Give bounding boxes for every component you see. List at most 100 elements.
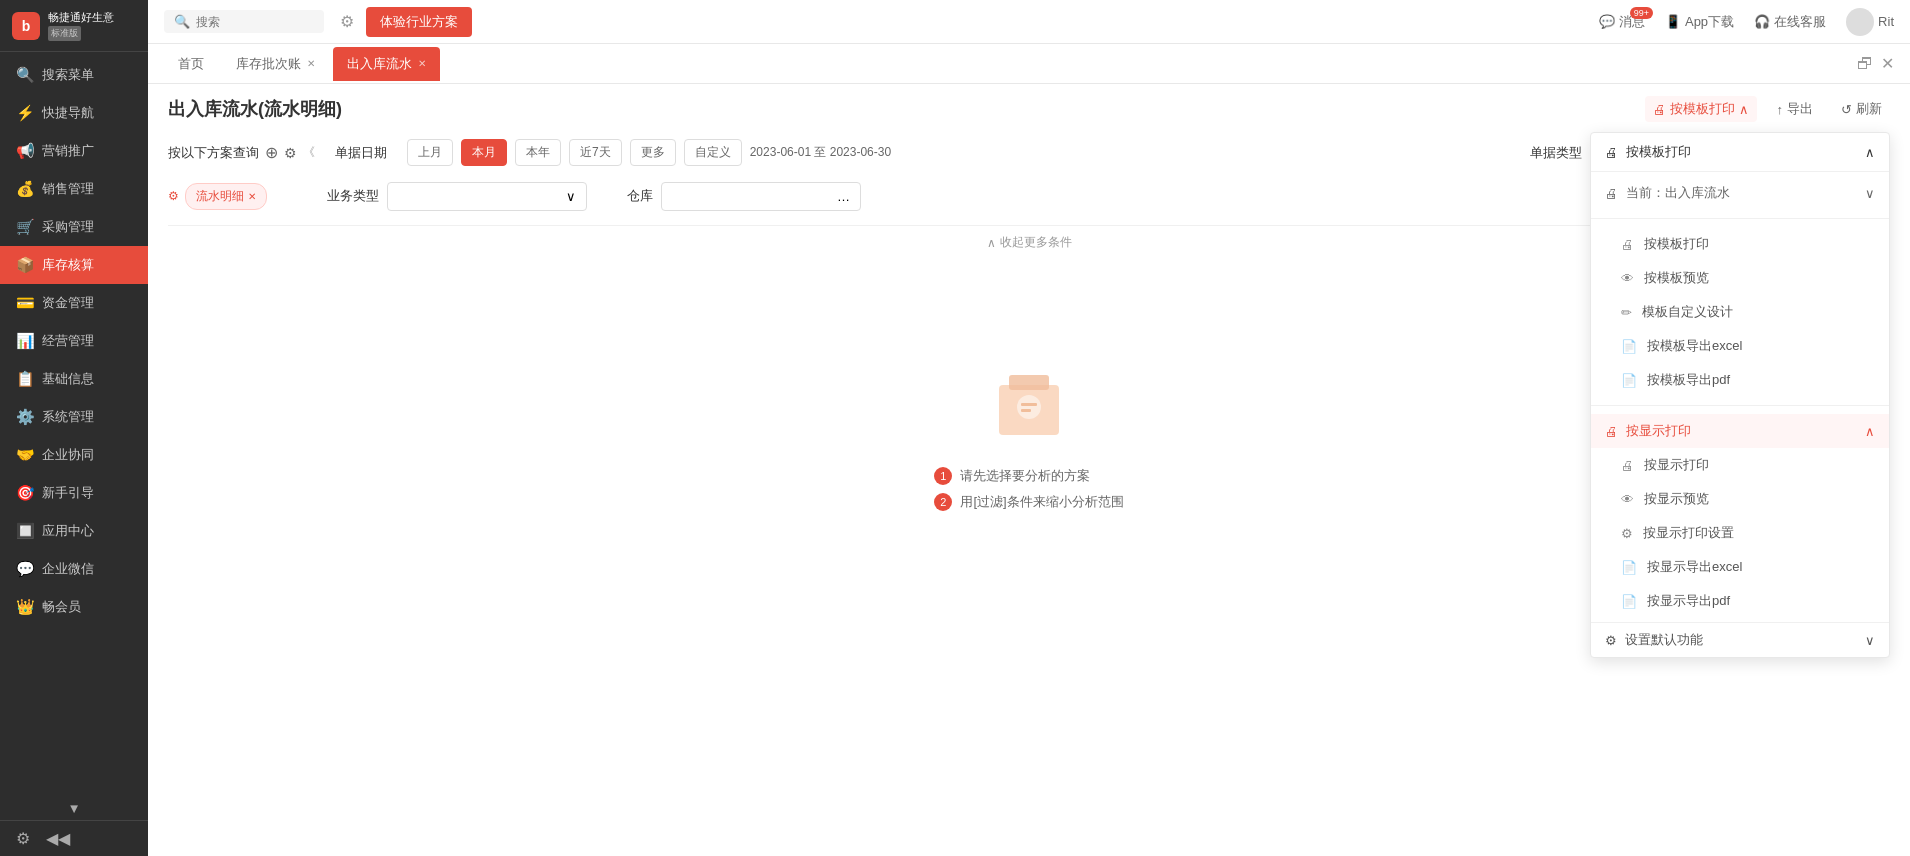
sidebar-item-inventory[interactable]: 📦 库存核算 <box>0 246 148 284</box>
export-btn[interactable]: ↑ 导出 <box>1769 96 1822 122</box>
tab-inout[interactable]: 出入库流水 ✕ <box>333 47 440 81</box>
display-preview-item[interactable]: 👁 按显示预览 <box>1591 482 1889 516</box>
sidebar-item-purchase[interactable]: 🛒 采购管理 <box>0 208 148 246</box>
tab-home[interactable]: 首页 <box>164 47 218 81</box>
message-btn[interactable]: 💬 消息 99+ <box>1599 13 1645 31</box>
search-icon: 🔍 <box>16 66 34 84</box>
display-pdf-item[interactable]: 📄 按显示导出pdf <box>1591 584 1889 618</box>
online-service-btn[interactable]: 🎧 在线客服 <box>1754 13 1826 31</box>
tab-batch-label: 库存批次账 <box>236 55 301 73</box>
date-more[interactable]: 更多 <box>630 139 676 166</box>
display-print-label: 按显示打印 <box>1644 456 1709 474</box>
sidebar-scroll-down[interactable]: ▼ <box>0 797 148 820</box>
search-box[interactable]: 🔍 <box>164 10 324 33</box>
settings-icon[interactable]: ⚙ <box>16 829 30 848</box>
tab-batch[interactable]: 库存批次账 ✕ <box>222 47 329 81</box>
tab-batch-close[interactable]: ✕ <box>307 58 315 69</box>
sidebar-item-label: 畅会员 <box>42 598 81 616</box>
sidebar-item-guide[interactable]: 🎯 新手引导 <box>0 474 148 512</box>
sidebar-item-label: 基础信息 <box>42 370 94 388</box>
print-label: 按模板打印 <box>1670 100 1735 118</box>
message-badge: 99+ <box>1630 7 1653 19</box>
dropdown-current-item[interactable]: 🖨 当前：出入库流水 ∨ <box>1591 176 1889 210</box>
step-2-num: 2 <box>934 493 952 511</box>
brand-name: 畅捷通好生意 <box>48 10 114 24</box>
divider-2 <box>1591 405 1889 406</box>
template-preview-icon: 👁 <box>1621 271 1634 286</box>
display-settings-item[interactable]: ⚙ 按显示打印设置 <box>1591 516 1889 550</box>
date-last-month[interactable]: 上月 <box>407 139 453 166</box>
filter-tag[interactable]: 流水明细 ✕ <box>185 183 267 210</box>
app-download-icon: 📱 <box>1665 14 1681 29</box>
display-preview-icon: 👁 <box>1621 492 1634 507</box>
display-excel-label: 按显示导出excel <box>1647 558 1742 576</box>
sidebar-item-member[interactable]: 👑 畅会员 <box>0 588 148 626</box>
tab-inout-close[interactable]: ✕ <box>418 58 426 69</box>
date-label: 单据日期 <box>335 144 387 162</box>
template-design-item[interactable]: ✏ 模板自定义设计 <box>1591 295 1889 329</box>
app-download-btn[interactable]: 📱 App下载 <box>1665 13 1734 31</box>
sidebar-item-quicknav[interactable]: ⚡ 快捷导航 <box>0 94 148 132</box>
dropdown-print-icon: 🖨 <box>1605 145 1618 160</box>
dropdown-footer[interactable]: ⚙ 设置默认功能 ∨ <box>1591 622 1889 657</box>
biz-type-select[interactable]: ∨ <box>387 182 587 211</box>
sidebar-item-system[interactable]: ⚙️ 系统管理 <box>0 398 148 436</box>
display-preview-label: 按显示预览 <box>1644 490 1709 508</box>
edition-badge: 标准版 <box>48 26 81 41</box>
type-label: 单据类型 <box>1530 144 1582 162</box>
sidebar-item-label: 资金管理 <box>42 294 94 312</box>
refresh-label: 刷新 <box>1856 100 1882 118</box>
empty-step-2: 2 用[过滤]条件来缩小分析范围 <box>934 493 1123 511</box>
template-print-item[interactable]: 🖨 按模板打印 <box>1591 227 1889 261</box>
sidebar: b 畅捷通好生意 标准版 🔍 搜索菜单 ⚡ 快捷导航 📢 营销推广 💰 销售管理… <box>0 0 148 856</box>
display-excel-item[interactable]: 📄 按显示导出excel <box>1591 550 1889 584</box>
filter-gear-btn[interactable]: ⚙ <box>284 145 297 161</box>
sidebar-item-finance[interactable]: 💳 资金管理 <box>0 284 148 322</box>
tag-label: 流水明细 <box>196 188 244 205</box>
filter-add-btn[interactable]: ⊕ <box>265 143 278 162</box>
sidebar-item-search[interactable]: 🔍 搜索菜单 <box>0 56 148 94</box>
sidebar-item-label: 经营管理 <box>42 332 94 350</box>
date-this-year[interactable]: 本年 <box>515 139 561 166</box>
sidebar-item-enterprise[interactable]: 🤝 企业协同 <box>0 436 148 474</box>
app-download-label: App下载 <box>1685 13 1734 31</box>
tag-remove-icon[interactable]: ✕ <box>248 191 256 202</box>
warehouse-more-icon[interactable]: … <box>837 189 850 204</box>
sidebar-item-label: 销售管理 <box>42 180 94 198</box>
sidebar-item-label: 快捷导航 <box>42 104 94 122</box>
collapse-sidebar-icon[interactable]: ◀◀ <box>46 829 70 848</box>
sidebar-item-basic[interactable]: 📋 基础信息 <box>0 360 148 398</box>
tab-close-all-icon[interactable]: ✕ <box>1881 54 1894 73</box>
date-custom[interactable]: 自定义 <box>684 139 742 166</box>
date-7days[interactable]: 近7天 <box>569 139 622 166</box>
warehouse-select[interactable]: … <box>661 182 861 211</box>
template-excel-item[interactable]: 📄 按模板导出excel <box>1591 329 1889 363</box>
display-print-item[interactable]: 🖨 按显示打印 <box>1591 448 1889 482</box>
page-title: 出入库流水(流水明细) <box>168 97 342 121</box>
footer-icon: ⚙ <box>1605 633 1617 648</box>
date-this-month[interactable]: 本月 <box>461 139 507 166</box>
template-preview-item[interactable]: 👁 按模板预览 <box>1591 261 1889 295</box>
search-input[interactable] <box>196 15 296 29</box>
basic-icon: 📋 <box>16 370 34 388</box>
empty-step-1: 1 请先选择要分析的方案 <box>934 467 1123 485</box>
filter-collapse-btn[interactable]: 《 <box>303 144 315 161</box>
topbar-settings-icon[interactable]: ⚙ <box>340 12 354 31</box>
chevron-up-icon: ∧ <box>987 236 996 250</box>
sidebar-item-appcenter[interactable]: 🔲 应用中心 <box>0 512 148 550</box>
tab-restore-icon[interactable]: 🗗 <box>1857 55 1873 73</box>
dropdown-collapse-icon[interactable]: ∧ <box>1865 145 1875 160</box>
template-pdf-icon: 📄 <box>1621 373 1637 388</box>
display-pdf-label: 按显示导出pdf <box>1647 592 1730 610</box>
page-content: 出入库流水(流水明细) 🖨 按模板打印 ∧ ↑ 导出 ↺ 刷新 <box>148 84 1910 856</box>
sidebar-item-operation[interactable]: 📊 经营管理 <box>0 322 148 360</box>
industry-btn[interactable]: 体验行业方案 <box>366 7 472 37</box>
user-profile[interactable]: Rit <box>1846 8 1894 36</box>
template-pdf-item[interactable]: 📄 按模板导出pdf <box>1591 363 1889 397</box>
sidebar-item-wechat[interactable]: 💬 企业微信 <box>0 550 148 588</box>
sidebar-item-marketing[interactable]: 📢 营销推广 <box>0 132 148 170</box>
print-template-btn[interactable]: 🖨 按模板打印 ∧ <box>1645 96 1757 122</box>
sidebar-item-sales[interactable]: 💰 销售管理 <box>0 170 148 208</box>
refresh-btn[interactable]: ↺ 刷新 <box>1833 96 1890 122</box>
display-section-header[interactable]: 🖨 按显示打印 ∧ <box>1591 414 1889 448</box>
